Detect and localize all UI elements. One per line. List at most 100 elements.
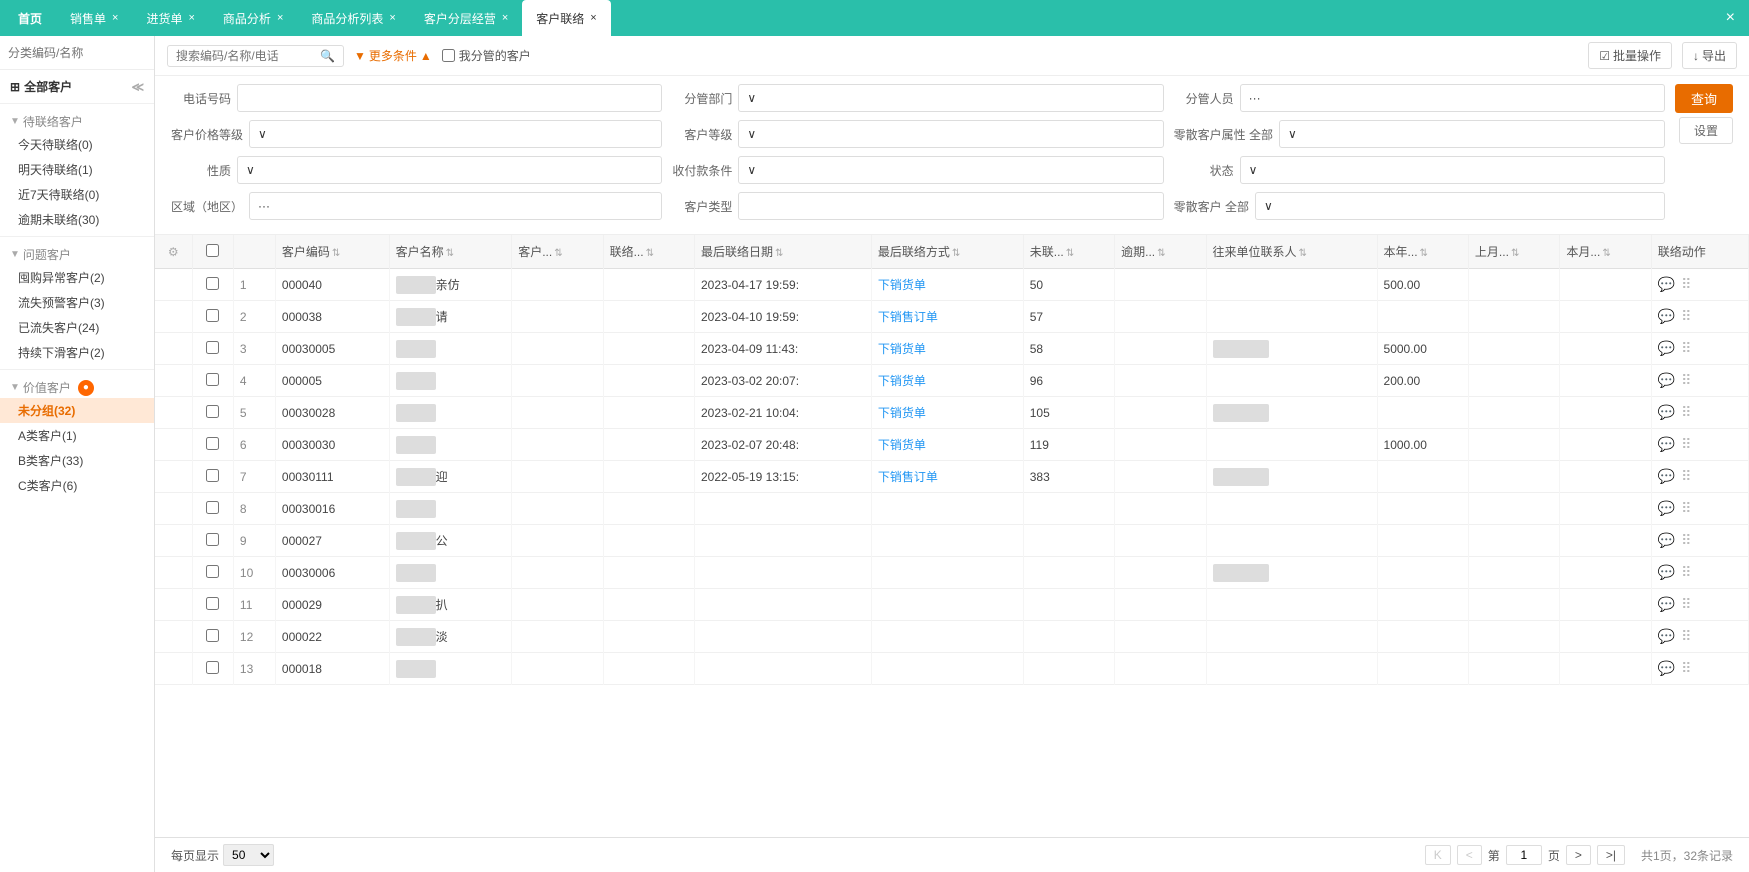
next-page-button[interactable]: > (1566, 845, 1591, 865)
batch-ops-button[interactable]: ☑ 批量操作 (1588, 42, 1672, 69)
grid-action-icon[interactable]: ⠿ (1681, 500, 1691, 517)
query-button[interactable]: 查询 (1675, 84, 1733, 113)
col-code[interactable]: 客户编码⇅ (275, 235, 389, 269)
chat-icon[interactable]: 💬 (1658, 404, 1675, 421)
grid-action-icon[interactable]: ⠿ (1681, 276, 1691, 293)
current-page-input[interactable] (1506, 845, 1542, 865)
filter-input-customer-level[interactable]: ∨ (738, 120, 1163, 148)
sidebar-group-problem[interactable]: ▼ 问题客户 (0, 241, 154, 265)
chat-icon[interactable]: 💬 (1658, 468, 1675, 485)
reset-button[interactable]: 设置 (1679, 117, 1733, 144)
sidebar-item-overdue[interactable]: 逾期未联络(30) (0, 207, 154, 232)
row-checkbox[interactable] (206, 309, 219, 322)
col-checkbox[interactable] (192, 235, 233, 269)
contact-type-link[interactable]: 下销售订单 (878, 310, 938, 324)
contact-type-link[interactable]: 下销货单 (878, 406, 926, 420)
chat-icon[interactable]: 💬 (1658, 500, 1675, 517)
first-page-button[interactable]: K (1425, 845, 1451, 865)
my-customers-checkbox[interactable] (442, 49, 455, 62)
sidebar-group-pending[interactable]: ▼ 待联络客户 (0, 108, 154, 132)
sidebar-item-class-b[interactable]: B类客户(33) (0, 448, 154, 473)
row-checkbox[interactable] (206, 341, 219, 354)
filter-input-sparse-attr[interactable]: ∨ (1279, 120, 1665, 148)
filter-search-input[interactable] (176, 49, 316, 63)
chat-icon[interactable]: 💬 (1658, 436, 1675, 453)
tab-product-analysis-list[interactable]: 商品分析列表 × (297, 0, 409, 36)
contact-type-link[interactable]: 下销售订单 (878, 470, 938, 484)
filter-input-payment[interactable]: ∨ (738, 156, 1163, 184)
my-customers-checkbox-area[interactable]: 我分管的客户 (442, 47, 531, 64)
col-this-year[interactable]: 本年...⇅ (1377, 235, 1468, 269)
col-contact[interactable]: 联络...⇅ (603, 235, 694, 269)
prev-page-button[interactable]: < (1457, 845, 1482, 865)
filter-input-customer-type[interactable] (738, 192, 1163, 220)
sidebar-item-class-c[interactable]: C类客户(6) (0, 473, 154, 498)
row-checkbox[interactable] (206, 597, 219, 610)
col-last-type[interactable]: 最后联络方式⇅ (871, 235, 1023, 269)
row-checkbox[interactable] (206, 565, 219, 578)
sidebar-item-today[interactable]: 今天待联络(0) (0, 132, 154, 157)
page-size-select[interactable]: 50 100 200 (223, 844, 274, 866)
chat-icon[interactable]: 💬 (1658, 628, 1675, 645)
select-all-checkbox[interactable] (206, 244, 219, 257)
col-no-contact[interactable]: 未联...⇅ (1023, 235, 1114, 269)
tab-close-customer-layer[interactable]: × (502, 12, 508, 24)
chat-icon[interactable]: 💬 (1658, 532, 1675, 549)
grid-action-icon[interactable]: ⠿ (1681, 372, 1691, 389)
filter-input-dept[interactable]: ∨ (738, 84, 1163, 112)
sidebar-item-declining[interactable]: 持续下滑客户(2) (0, 340, 154, 365)
chat-icon[interactable]: 💬 (1658, 660, 1675, 677)
chat-icon[interactable]: 💬 (1658, 340, 1675, 357)
sidebar-all-customers[interactable]: ⊞ 全部客户 ≪ (0, 70, 154, 99)
chat-icon[interactable]: 💬 (1658, 564, 1675, 581)
tab-close-sales[interactable]: × (112, 12, 118, 24)
sidebar-item-class-a[interactable]: A类客户(1) (0, 423, 154, 448)
filter-input-sparse[interactable]: ∨ (1255, 192, 1665, 220)
grid-action-icon[interactable]: ⠿ (1681, 340, 1691, 357)
chat-icon[interactable]: 💬 (1658, 308, 1675, 325)
filter-input-status[interactable]: ∨ (1240, 156, 1665, 184)
grid-action-icon[interactable]: ⠿ (1681, 564, 1691, 581)
contact-type-link[interactable]: 下销货单 (878, 342, 926, 356)
filter-input-region[interactable]: ··· (249, 192, 662, 220)
sidebar-item-churned[interactable]: 已流失客户(24) (0, 315, 154, 340)
sidebar-search-input[interactable] (8, 46, 155, 60)
grid-action-icon[interactable]: ⠿ (1681, 660, 1691, 677)
grid-action-icon[interactable]: ⠿ (1681, 532, 1691, 549)
grid-action-icon[interactable]: ⠿ (1681, 628, 1691, 645)
tab-close-product-analysis-list[interactable]: × (389, 12, 395, 24)
row-checkbox[interactable] (206, 661, 219, 674)
sidebar-item-7days[interactable]: 近7天待联络(0) (0, 182, 154, 207)
contact-type-link[interactable]: 下销货单 (878, 278, 926, 292)
export-button[interactable]: ↓ 导出 (1682, 42, 1737, 69)
col-settings[interactable]: ⚙ (155, 235, 192, 269)
col-this-month[interactable]: 本月...⇅ (1560, 235, 1651, 269)
col-category[interactable]: 客户...⇅ (512, 235, 603, 269)
row-checkbox[interactable] (206, 629, 219, 642)
tab-close-customer-contact[interactable]: × (590, 12, 596, 24)
tab-purchase[interactable]: 进货单 × (132, 0, 208, 36)
tab-close-purchase[interactable]: × (188, 12, 194, 24)
col-last-date[interactable]: 最后联络日期⇅ (694, 235, 871, 269)
row-checkbox[interactable] (206, 533, 219, 546)
grid-action-icon[interactable]: ⠿ (1681, 404, 1691, 421)
tab-customer-layer[interactable]: 客户分层经营 × (410, 0, 522, 36)
sidebar-item-abnormal[interactable]: 囤购异常客户(2) (0, 265, 154, 290)
grid-action-icon[interactable]: ⠿ (1681, 436, 1691, 453)
sidebar-item-churn-warning[interactable]: 流失预警客户(3) (0, 290, 154, 315)
row-checkbox[interactable] (206, 501, 219, 514)
row-checkbox[interactable] (206, 277, 219, 290)
tab-home[interactable]: 首页 (4, 0, 56, 36)
row-checkbox[interactable] (206, 373, 219, 386)
grid-action-icon[interactable]: ⠿ (1681, 596, 1691, 613)
sidebar-item-ungroup[interactable]: 未分组(32) (0, 398, 154, 423)
last-page-button[interactable]: >| (1597, 845, 1625, 865)
chat-icon[interactable]: 💬 (1658, 276, 1675, 293)
filter-more-conditions[interactable]: ▼ 更多条件 ▲ (354, 47, 432, 64)
col-contact-person[interactable]: 往来单位联系人⇅ (1206, 235, 1377, 269)
chat-icon[interactable]: 💬 (1658, 372, 1675, 389)
tab-close-product-analysis[interactable]: × (277, 12, 283, 24)
sidebar-item-tomorrow[interactable]: 明天待联络(1) (0, 157, 154, 182)
tab-sales[interactable]: 销售单 × (56, 0, 132, 36)
filter-input-person[interactable]: ··· (1240, 84, 1665, 112)
